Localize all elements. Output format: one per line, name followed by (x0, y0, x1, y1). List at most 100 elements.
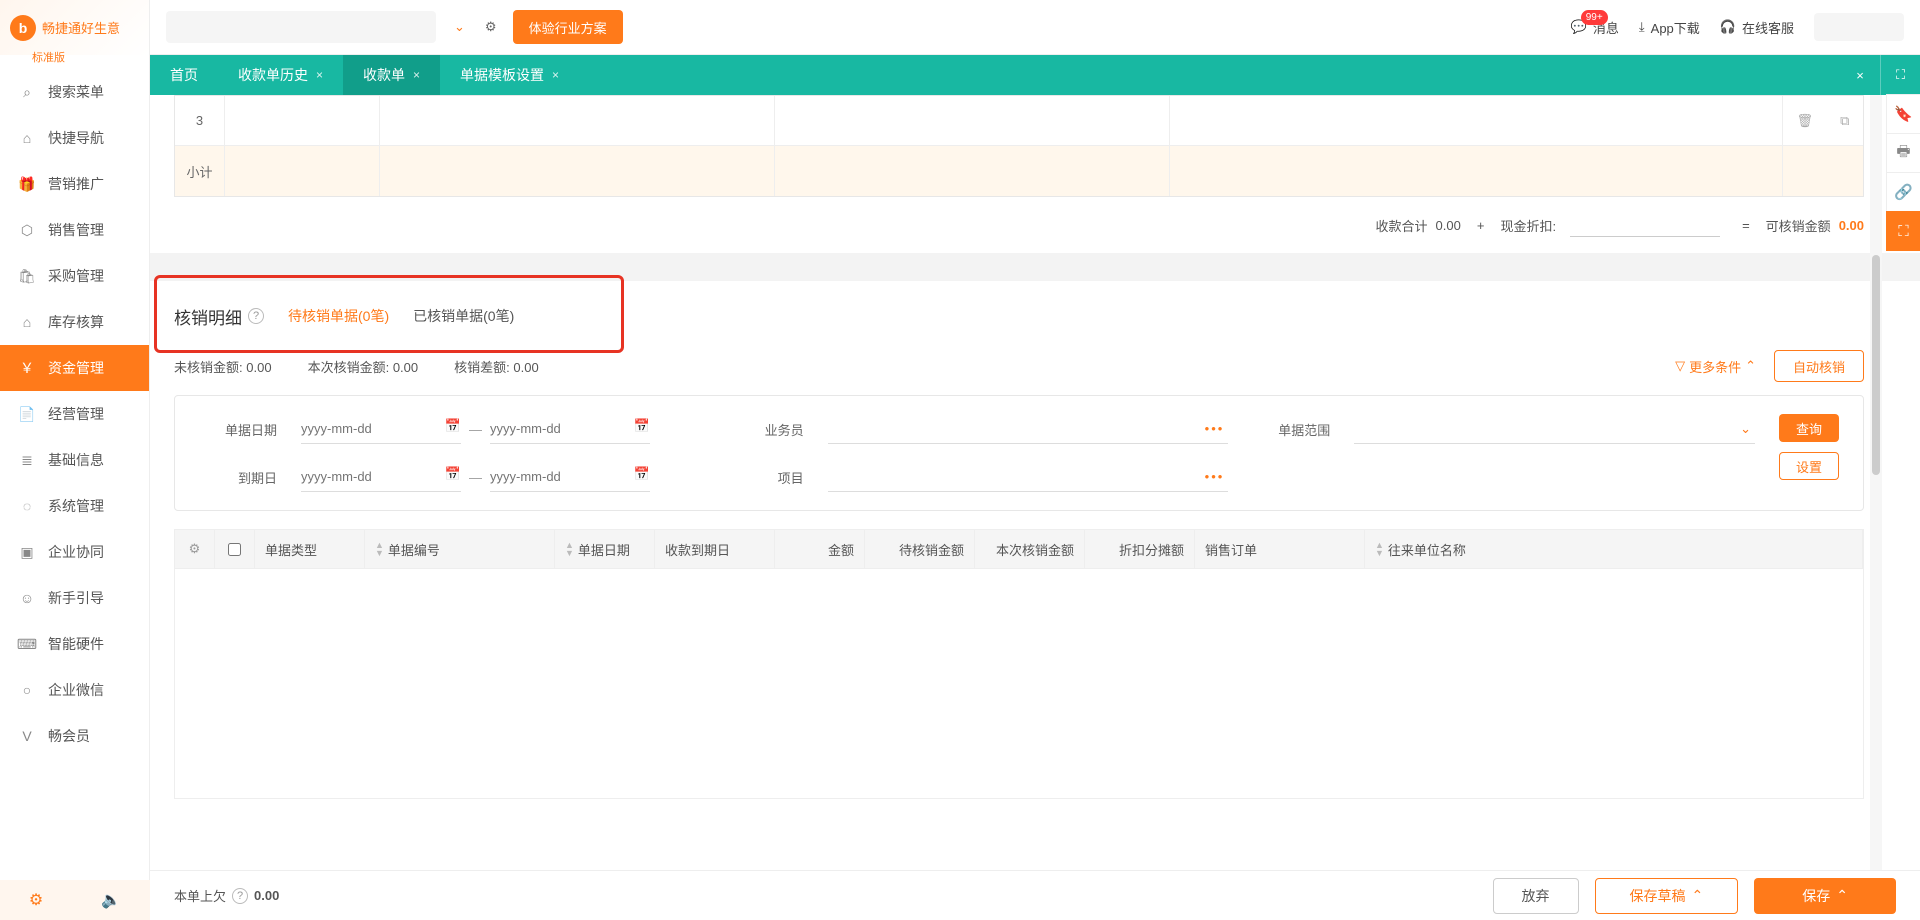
sound-icon[interactable]: 🔈 (101, 890, 121, 910)
col-bill-date[interactable]: ▲▼单据日期 (555, 530, 655, 568)
online-service-link[interactable]: 🎧 在线客服 (1720, 18, 1794, 37)
calendar-icon[interactable]: 📅 (445, 418, 461, 434)
project-label: 项目 (726, 468, 804, 487)
due-date-to[interactable]: 📅 (490, 462, 650, 492)
sort-icon[interactable]: ▲▼ (375, 541, 384, 557)
sidebar-item[interactable]: ⌕搜索菜单 (0, 69, 149, 115)
col-partner-name[interactable]: ▲▼往来单位名称 (1365, 530, 1863, 568)
dock-expand-icon[interactable]: ⛶ (1886, 211, 1920, 251)
settings-icon[interactable]: ⚙ (29, 890, 43, 910)
dock-print-icon[interactable]: 🖶 (1886, 133, 1920, 173)
cell[interactable] (225, 96, 380, 145)
save-button[interactable]: 保存⌃ (1754, 878, 1896, 914)
close-icon[interactable]: × (316, 68, 323, 82)
chevron-down-icon[interactable]: ⌄ (454, 19, 465, 35)
copy-icon[interactable]: ⧉ (1840, 113, 1849, 129)
tab[interactable]: 单据模板设置× (440, 55, 579, 95)
nav-label: 企业微信 (48, 680, 104, 700)
messages-link[interactable]: 💬 消息 99+ (1571, 18, 1619, 37)
sidebar-item[interactable]: ⬡销售管理 (0, 207, 149, 253)
col-sales-order[interactable]: 销售订单 (1195, 530, 1365, 568)
tab[interactable]: 收款单× (343, 55, 440, 95)
calendar-icon[interactable]: 📅 (634, 418, 650, 434)
more-icon[interactable]: ••• (1205, 469, 1225, 484)
dock-bookmark-icon[interactable]: 🔖 (1886, 94, 1920, 134)
sidebar-item[interactable]: ☺新手引导 (0, 575, 149, 621)
nav-label: 畅会员 (48, 726, 90, 746)
tab-done-writeoff[interactable]: 已核销单据(0笔) (413, 306, 514, 326)
col-this-writeoff[interactable]: 本次核销金额 (975, 530, 1085, 568)
auto-writeoff-button[interactable]: 自动核销 (1774, 350, 1864, 382)
tab-pending-writeoff[interactable]: 待核销单据(0笔) (288, 306, 389, 326)
bill-date-to-input[interactable] (490, 414, 650, 443)
sort-icon[interactable]: ▲▼ (565, 541, 574, 557)
col-amount[interactable]: 金额 (775, 530, 865, 568)
brand-logo[interactable]: b 畅捷通好生意 (0, 0, 149, 55)
totals-row: 收款合计 0.00 + 现金折扣: = 可核销金额 0.00 (174, 197, 1864, 253)
salesperson-select[interactable]: ••• (828, 414, 1229, 444)
query-button[interactable]: 查询 (1779, 414, 1839, 442)
due-date-from[interactable]: 📅 (301, 462, 461, 492)
calendar-icon[interactable]: 📅 (634, 466, 650, 482)
more-icon[interactable]: ••• (1205, 421, 1225, 436)
col-bill-type[interactable]: 单据类型 (255, 530, 365, 568)
bill-range-select[interactable]: ⌄ (1354, 414, 1755, 444)
cell[interactable] (380, 96, 775, 145)
filter-settings-button[interactable]: 设置 (1779, 452, 1839, 480)
calendar-icon[interactable]: 📅 (445, 466, 461, 482)
discard-button[interactable]: 放弃 (1493, 878, 1579, 914)
sidebar-item[interactable]: 🎁营销推广 (0, 161, 149, 207)
tab[interactable]: 首页 (150, 55, 218, 95)
due-date-to-input[interactable] (490, 462, 650, 491)
company-selector[interactable] (166, 11, 436, 43)
sidebar-item[interactable]: ⌂库存核算 (0, 299, 149, 345)
col-bill-no[interactable]: ▲▼单据编号 (365, 530, 555, 568)
col-receipt-due[interactable]: 收款到期日 (655, 530, 775, 568)
sidebar-item[interactable]: 📄经营管理 (0, 391, 149, 437)
close-all-icon[interactable]: × (1840, 55, 1880, 95)
scrollbar-thumb[interactable] (1872, 255, 1880, 475)
sidebar-item[interactable]: V畅会员 (0, 713, 149, 759)
experience-button[interactable]: 体验行业方案 (513, 10, 623, 44)
delete-icon[interactable]: 🗑 (1797, 113, 1814, 129)
tab[interactable]: 收款单历史× (218, 55, 343, 95)
bill-date-to[interactable]: 📅 (490, 414, 650, 444)
help-icon[interactable]: ? (232, 888, 248, 904)
gear-icon[interactable]: ⚙ (485, 19, 497, 35)
bill-date-from[interactable]: 📅 (301, 414, 461, 444)
sidebar-item[interactable]: 🛍采购管理 (0, 253, 149, 299)
close-icon[interactable]: × (413, 68, 420, 82)
receipt-total-value: 0.00 (1436, 218, 1461, 233)
sidebar-item[interactable]: ⌨智能硬件 (0, 621, 149, 667)
due-date-label: 到期日 (199, 468, 277, 487)
col-pending-amount[interactable]: 待核销金额 (865, 530, 975, 568)
scrollbar-vertical[interactable] (1870, 95, 1882, 870)
cash-discount-input[interactable] (1570, 213, 1720, 237)
col-discount-share[interactable]: 折扣分摊额 (1085, 530, 1195, 568)
fullscreen-icon[interactable]: ⛶ (1880, 55, 1920, 95)
app-download-link[interactable]: ⤓ App下载 (1639, 18, 1700, 37)
close-icon[interactable]: × (552, 68, 559, 82)
more-conditions-toggle[interactable]: ▽ 更多条件 ⌃ (1675, 357, 1756, 376)
save-draft-button[interactable]: 保存草稿⌃ (1595, 878, 1739, 914)
bill-date-from-input[interactable] (301, 414, 461, 443)
grid-settings-icon[interactable]: ⚙ (175, 530, 215, 568)
sidebar-item[interactable]: ￥资金管理 (0, 345, 149, 391)
dock-link-icon[interactable]: 🔗 (1886, 172, 1920, 212)
cell[interactable] (1170, 96, 1783, 145)
sidebar-item[interactable]: ○企业微信 (0, 667, 149, 713)
sidebar-item[interactable]: ≣基础信息 (0, 437, 149, 483)
sort-icon[interactable]: ▲▼ (1375, 541, 1384, 557)
user-menu[interactable] (1814, 13, 1904, 41)
thiswriteoff-block: 本次核销金额: 0.00 (308, 357, 419, 376)
project-select[interactable]: ••• (828, 462, 1229, 492)
sidebar-item[interactable]: ⌂快捷导航 (0, 115, 149, 161)
cell[interactable] (775, 96, 1170, 145)
due-date-from-input[interactable] (301, 462, 461, 491)
sidebar-item[interactable]: ◌系统管理 (0, 483, 149, 529)
chevron-down-icon[interactable]: ⌄ (1740, 421, 1751, 437)
subtotal-row: 小计 (175, 146, 1863, 196)
help-icon[interactable]: ? (248, 308, 264, 324)
select-all-checkbox[interactable] (215, 530, 255, 568)
sidebar-item[interactable]: ▣企业协同 (0, 529, 149, 575)
